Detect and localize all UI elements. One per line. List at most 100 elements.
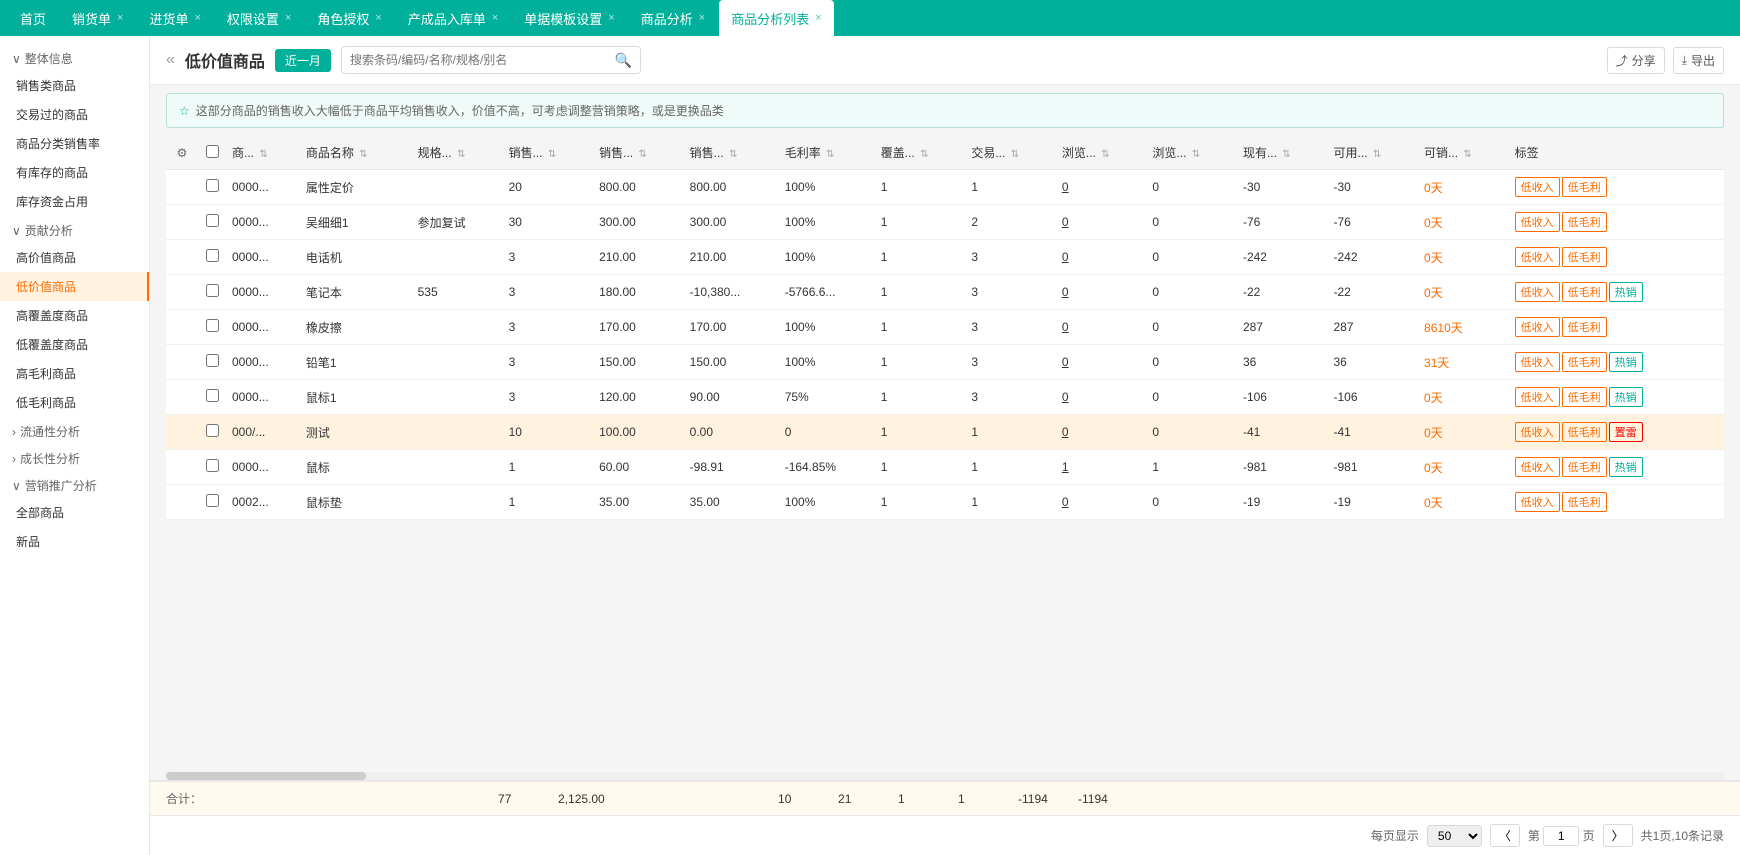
row-checkbox[interactable] (198, 240, 226, 275)
close-icon[interactable]: × (117, 12, 123, 24)
search-input[interactable] (350, 53, 609, 67)
row-gear[interactable] (166, 345, 198, 380)
sidebar-item-low-value[interactable]: 低价值商品 (0, 272, 149, 301)
nav-permissions[interactable]: 权限设置 × (215, 0, 303, 36)
row-select-checkbox[interactable] (206, 214, 219, 227)
sidebar-item-new-goods[interactable]: 新品 (0, 527, 149, 556)
browse-link[interactable]: 0 (1062, 250, 1069, 264)
row-checkbox[interactable] (198, 345, 226, 380)
row-select-checkbox[interactable] (206, 459, 219, 472)
sidebar-item-traded-goods[interactable]: 交易过的商品 (0, 100, 149, 129)
row-browse1[interactable]: 1 (1056, 450, 1147, 485)
row-checkbox[interactable] (198, 380, 226, 415)
sort-icon[interactable]: ⇅ (920, 149, 928, 160)
search-icon[interactable]: 🔍 (615, 52, 632, 69)
sort-icon[interactable]: ⇅ (259, 149, 267, 160)
section-flow[interactable]: › 流通性分析 (0, 417, 149, 444)
next-page-button[interactable]: 〉 (1603, 824, 1633, 847)
sidebar-item-all-goods[interactable]: 全部商品 (0, 498, 149, 527)
row-browse1[interactable]: 0 (1056, 170, 1147, 205)
row-browse1[interactable]: 0 (1056, 415, 1147, 450)
row-checkbox[interactable] (198, 310, 226, 345)
close-icon[interactable]: × (375, 12, 381, 24)
browse-link[interactable]: 0 (1062, 390, 1069, 404)
row-browse1[interactable]: 0 (1056, 380, 1147, 415)
row-gear[interactable] (166, 170, 198, 205)
sort-icon[interactable]: ⇅ (729, 149, 737, 160)
horizontal-scrollbar[interactable] (166, 772, 1724, 780)
sidebar-item-category-rate[interactable]: 商品分类销售率 (0, 129, 149, 158)
close-icon[interactable]: × (492, 12, 498, 24)
row-gear[interactable] (166, 450, 198, 485)
browse-link[interactable]: 0 (1062, 215, 1069, 229)
row-browse1[interactable]: 0 (1056, 310, 1147, 345)
section-growth[interactable]: › 成长性分析 (0, 444, 149, 471)
sidebar-item-high-value[interactable]: 高价值商品 (0, 243, 149, 272)
section-overall[interactable]: ∨ 整体信息 (0, 44, 149, 71)
nav-roles[interactable]: 角色授权 × (305, 0, 393, 36)
share-button[interactable]: ⤴ 分享 (1607, 47, 1665, 74)
sort-icon[interactable]: ⇅ (1101, 149, 1109, 160)
row-checkbox[interactable] (198, 450, 226, 485)
select-all-checkbox[interactable] (206, 145, 219, 158)
section-contribution[interactable]: ∨ 贡献分析 (0, 216, 149, 243)
scrollbar-thumb[interactable] (166, 772, 366, 780)
sort-icon[interactable]: ⇅ (826, 149, 834, 160)
sort-icon[interactable]: ⇅ (457, 149, 465, 160)
row-select-checkbox[interactable] (206, 389, 219, 402)
sort-icon[interactable]: ⇅ (1011, 149, 1019, 160)
export-button[interactable]: ⤓ 导出 (1673, 47, 1724, 74)
sort-icon[interactable]: ⇅ (1192, 149, 1200, 160)
nav-products[interactable]: 产成品入库单 × (396, 0, 510, 36)
row-browse1[interactable]: 0 (1056, 485, 1147, 520)
close-icon[interactable]: × (285, 12, 291, 24)
close-icon[interactable]: × (608, 12, 614, 24)
sidebar-item-high-coverage[interactable]: 高覆盖度商品 (0, 301, 149, 330)
browse-link[interactable]: 0 (1062, 495, 1069, 509)
row-select-checkbox[interactable] (206, 424, 219, 437)
sort-icon[interactable]: ⇅ (359, 149, 367, 160)
row-gear[interactable] (166, 310, 198, 345)
row-checkbox[interactable] (198, 170, 226, 205)
sort-icon[interactable]: ⇅ (1282, 149, 1290, 160)
nav-home[interactable]: 首页 (8, 0, 58, 36)
nav-purchase[interactable]: 进货单 × (137, 0, 212, 36)
sort-icon[interactable]: ⇅ (1373, 149, 1381, 160)
row-gear[interactable] (166, 485, 198, 520)
row-gear[interactable] (166, 415, 198, 450)
first-page-button[interactable]: 〈 (1490, 824, 1520, 847)
section-marketing[interactable]: ∨ 营销推广分析 (0, 471, 149, 498)
collapse-sidebar-btn[interactable]: « (166, 51, 175, 69)
page-number-input[interactable] (1543, 826, 1579, 846)
sort-icon[interactable]: ⇅ (548, 149, 556, 160)
row-select-checkbox[interactable] (206, 249, 219, 262)
nav-sales[interactable]: 销货单 × (60, 0, 135, 36)
row-select-checkbox[interactable] (206, 284, 219, 297)
period-button[interactable]: 近一月 (275, 49, 331, 72)
browse-link[interactable]: 0 (1062, 180, 1069, 194)
sort-icon[interactable]: ⇅ (1463, 149, 1471, 160)
sidebar-item-stock-goods[interactable]: 有库存的商品 (0, 158, 149, 187)
sidebar-item-sales-goods[interactable]: 销售类商品 (0, 71, 149, 100)
row-gear[interactable] (166, 205, 198, 240)
row-select-checkbox[interactable] (206, 319, 219, 332)
page-size-select[interactable]: 50 100 (1427, 825, 1482, 847)
row-checkbox[interactable] (198, 275, 226, 310)
sidebar-item-low-profit[interactable]: 低毛利商品 (0, 388, 149, 417)
sidebar-item-low-coverage[interactable]: 低覆盖度商品 (0, 330, 149, 359)
row-checkbox[interactable] (198, 205, 226, 240)
row-checkbox[interactable] (198, 415, 226, 450)
browse-link[interactable]: 0 (1062, 320, 1069, 334)
row-select-checkbox[interactable] (206, 354, 219, 367)
row-gear[interactable] (166, 380, 198, 415)
sort-icon[interactable]: ⇅ (638, 149, 646, 160)
row-browse1[interactable]: 0 (1056, 240, 1147, 275)
row-browse1[interactable]: 0 (1056, 205, 1147, 240)
sidebar-item-high-profit[interactable]: 高毛利商品 (0, 359, 149, 388)
row-select-checkbox[interactable] (206, 179, 219, 192)
nav-goods-analysis[interactable]: 商品分析 × (629, 0, 717, 36)
row-gear[interactable] (166, 275, 198, 310)
row-browse1[interactable]: 0 (1056, 345, 1147, 380)
browse-link[interactable]: 0 (1062, 285, 1069, 299)
browse-link[interactable]: 1 (1062, 460, 1069, 474)
